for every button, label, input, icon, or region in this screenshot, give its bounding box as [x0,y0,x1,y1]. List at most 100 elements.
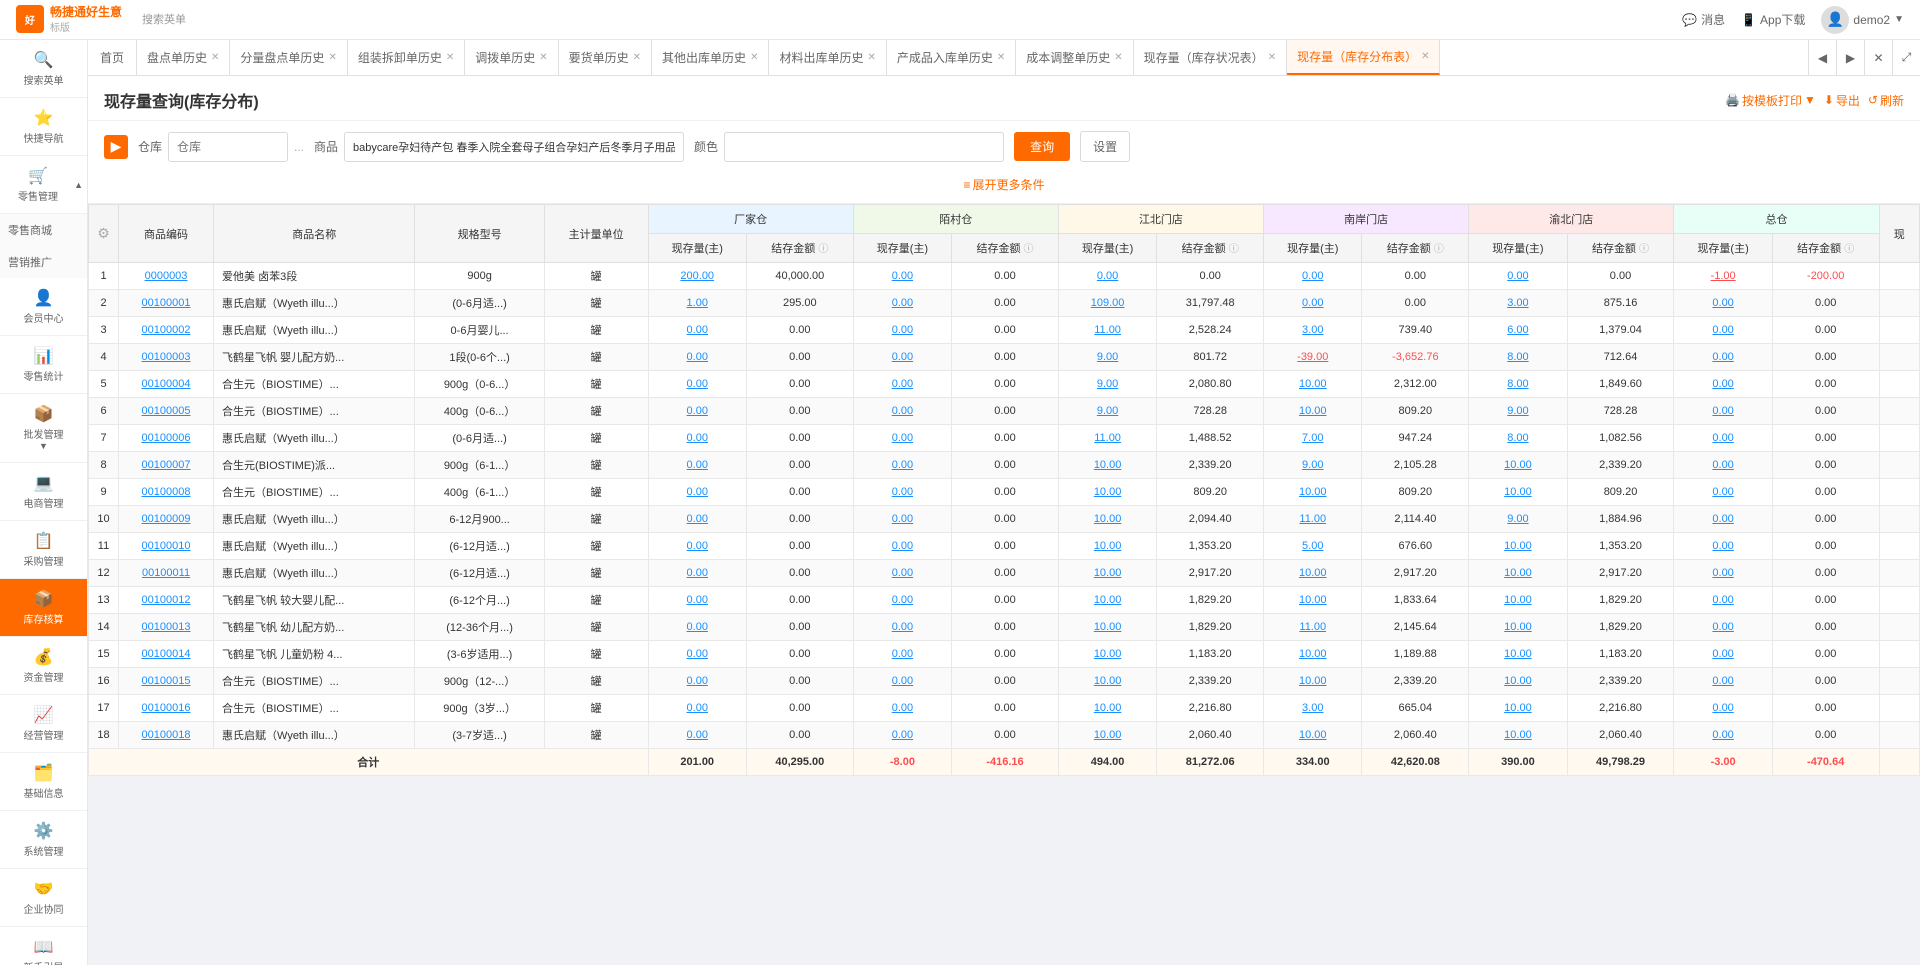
cell-jb-qty[interactable]: 0.00 [1058,263,1156,290]
sidebar-item-ops[interactable]: 📈 经营管理 [0,695,87,753]
cell-mun-qty[interactable]: 0.00 [853,479,951,506]
print-button[interactable]: 🖨️ 按模板打印 ▼ [1725,92,1816,109]
cell-yb-qty[interactable]: 10.00 [1469,722,1567,749]
cell-mun-qty[interactable]: 0.00 [853,371,951,398]
cell-jb-qty[interactable]: 10.00 [1058,533,1156,560]
cell-zc-qty[interactable]: 0.00 [1674,560,1772,587]
cell-code[interactable]: 00100016 [119,695,214,722]
cell-code[interactable]: 00100018 [119,722,214,749]
cell-fac-qty[interactable]: 0.00 [648,587,746,614]
product-input[interactable] [344,132,684,162]
tab-inventory-check[interactable]: 盘点单历史 ✕ [137,40,230,75]
cell-yb-qty[interactable]: 10.00 [1469,614,1567,641]
cell-jb-qty[interactable]: 10.00 [1058,506,1156,533]
cell-code[interactable]: 00100013 [119,614,214,641]
info-icon[interactable]: ⓘ [1639,244,1649,255]
sidebar-item-collab[interactable]: 🤝 企业协同 [0,869,87,927]
cell-yb-qty[interactable]: 10.00 [1469,560,1567,587]
cell-code[interactable]: 00100003 [119,344,214,371]
cell-zc-qty[interactable]: 0.00 [1674,317,1772,344]
cell-yb-qty[interactable]: 10.00 [1469,668,1567,695]
cell-jb-qty[interactable]: 10.00 [1058,587,1156,614]
gear-icon[interactable]: ⚙ [97,225,110,241]
cell-na-qty[interactable]: 10.00 [1264,371,1362,398]
sidebar-item-guide[interactable]: 📖 新手引导 [0,927,87,965]
cell-jb-qty[interactable]: 11.00 [1058,317,1156,344]
cell-code[interactable]: 00100004 [119,371,214,398]
cell-mun-qty[interactable]: 0.00 [853,398,951,425]
settings-button[interactable]: 设置 [1080,131,1130,162]
cell-jb-qty[interactable]: 10.00 [1058,641,1156,668]
cell-code[interactable]: 00100011 [119,560,214,587]
cell-fac-qty[interactable]: 0.00 [648,506,746,533]
cell-zc-qty[interactable]: 0.00 [1674,533,1772,560]
cell-na-qty[interactable]: 0.00 [1264,263,1362,290]
cell-code[interactable]: 00100008 [119,479,214,506]
cell-zc-qty[interactable]: -1.00 [1674,263,1772,290]
cell-mun-qty[interactable]: 0.00 [853,425,951,452]
cell-mun-qty[interactable]: 0.00 [853,560,951,587]
tab-close-icon[interactable]: ✕ [997,52,1005,63]
cell-na-qty[interactable]: 10.00 [1264,587,1362,614]
tab-transfer[interactable]: 调拨单历史 ✕ [465,40,558,75]
cell-fac-qty[interactable]: 1.00 [648,290,746,317]
expand-conditions-button[interactable]: ≡ 展开更多条件 [963,176,1044,193]
cell-mun-qty[interactable]: 0.00 [853,614,951,641]
tab-close-icon[interactable]: ✕ [1421,51,1429,62]
cell-na-qty[interactable]: 10.00 [1264,641,1362,668]
cell-yb-qty[interactable]: 8.00 [1469,371,1567,398]
cell-jb-qty[interactable]: 11.00 [1058,425,1156,452]
cell-zc-qty[interactable]: 0.00 [1674,398,1772,425]
cell-fac-qty[interactable]: 0.00 [648,317,746,344]
cell-code[interactable]: 00100009 [119,506,214,533]
cell-na-qty[interactable]: 10.00 [1264,398,1362,425]
cell-code[interactable]: 00100010 [119,533,214,560]
sidebar-item-retail[interactable]: 🛒 零售管理 ▲ [0,156,87,214]
user-menu[interactable]: 👤 demo2 ▼ [1821,6,1904,34]
cell-na-qty[interactable]: 5.00 [1264,533,1362,560]
sidebar-item-retail-stats[interactable]: 📊 零售统计 [0,336,87,394]
cell-jb-qty[interactable]: 10.00 [1058,614,1156,641]
tab-home[interactable]: 首页 [88,40,137,75]
cell-fac-qty[interactable]: 0.00 [648,398,746,425]
tab-close-icon[interactable]: ✕ [211,52,219,63]
tab-material-out[interactable]: 材料出库单历史 ✕ [769,40,886,75]
cell-fac-qty[interactable]: 0.00 [648,371,746,398]
cell-code[interactable]: 0000003 [119,263,214,290]
cell-mun-qty[interactable]: 0.00 [853,263,951,290]
cell-jb-qty[interactable]: 109.00 [1058,290,1156,317]
tab-fraction[interactable]: 分量盘点单历史 ✕ [230,40,347,75]
tab-close-icon[interactable]: ✕ [1114,52,1122,63]
cell-mun-qty[interactable]: 0.00 [853,290,951,317]
cell-na-qty[interactable]: 11.00 [1264,614,1362,641]
cell-mun-qty[interactable]: 0.00 [853,641,951,668]
tab-close-icon[interactable]: ✕ [539,52,547,63]
cell-yb-qty[interactable]: 0.00 [1469,263,1567,290]
cell-mun-qty[interactable]: 0.00 [853,506,951,533]
cell-mun-qty[interactable]: 0.00 [853,722,951,749]
warehouse-input[interactable] [168,132,288,162]
sidebar-item-quicknav[interactable]: ⭐ 快捷导航 [0,98,87,156]
tab-next-button[interactable]: ▶ [1836,40,1864,76]
cell-yb-qty[interactable]: 10.00 [1469,587,1567,614]
sidebar-item-retail-mall[interactable]: 零售商城 [0,214,87,246]
cell-zc-qty[interactable]: 0.00 [1674,614,1772,641]
query-button[interactable]: 查询 [1014,132,1070,161]
cell-jb-qty[interactable]: 9.00 [1058,371,1156,398]
tab-other-out[interactable]: 其他出库单历史 ✕ [652,40,769,75]
cell-zc-qty[interactable]: 0.00 [1674,506,1772,533]
sidebar-item-basic[interactable]: 🗂️ 基础信息 [0,753,87,811]
tab-stock-status[interactable]: 现存量（库存状况表） ✕ [1134,40,1287,75]
cell-yb-qty[interactable]: 9.00 [1469,398,1567,425]
info-icon[interactable]: ⓘ [1844,244,1854,255]
app-download-button[interactable]: 📱 App下载 [1741,11,1805,28]
tab-stock-dist[interactable]: 现存量（库存分布表） ✕ [1287,40,1440,75]
cell-yb-qty[interactable]: 10.00 [1469,479,1567,506]
export-button[interactable]: ⬇ 导出 [1824,92,1860,109]
cell-mun-qty[interactable]: 0.00 [853,452,951,479]
cell-code[interactable]: 00100007 [119,452,214,479]
tab-close-icon[interactable]: ✕ [1268,52,1276,63]
cell-fac-qty[interactable]: 0.00 [648,722,746,749]
messages-button[interactable]: 💬 消息 [1682,11,1725,28]
cell-zc-qty[interactable]: 0.00 [1674,587,1772,614]
